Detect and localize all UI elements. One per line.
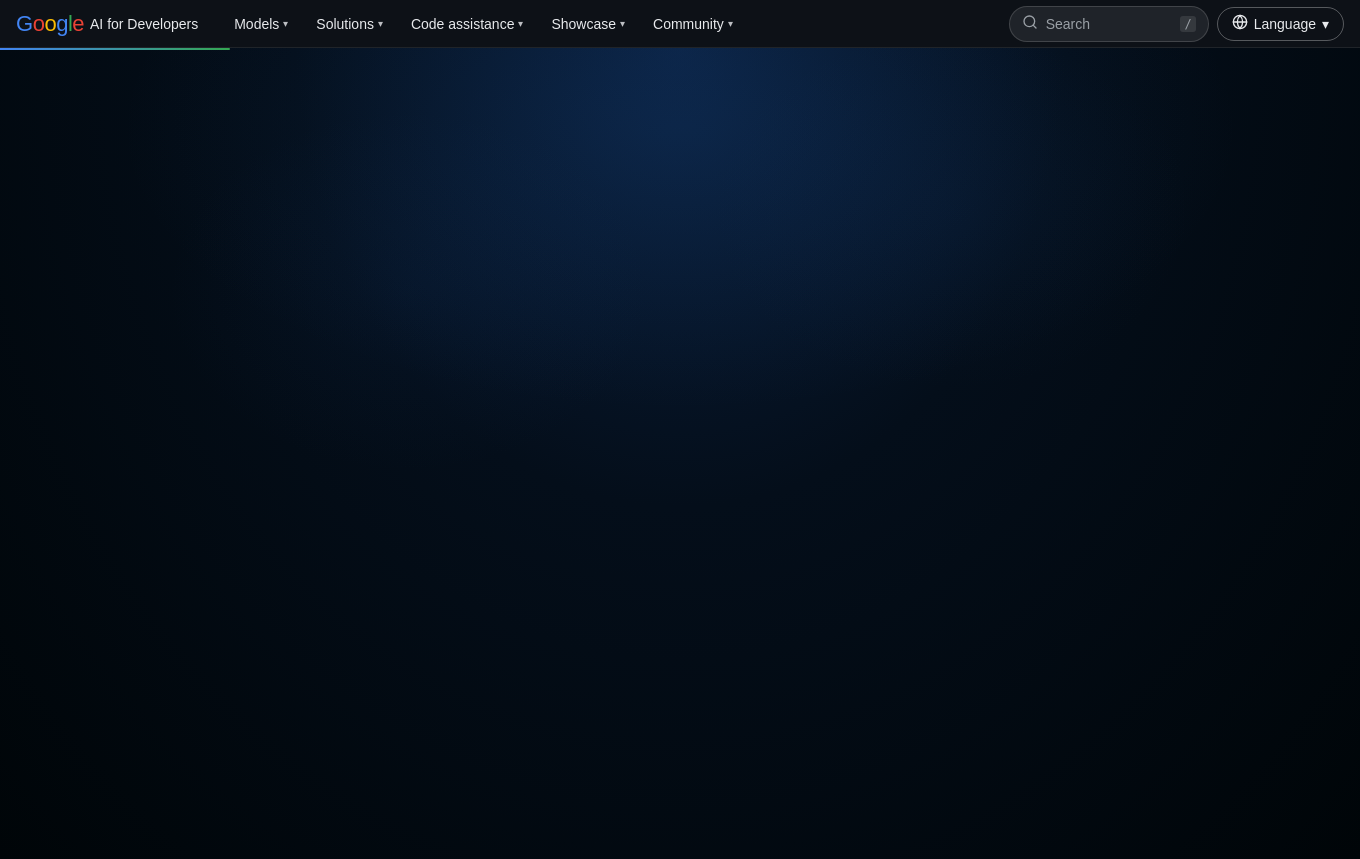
- logo-letter-o1: o: [33, 11, 45, 36]
- nav-item-community[interactable]: Community ▾: [641, 10, 745, 38]
- main-content: [0, 48, 1360, 859]
- logo-letter-g: G: [16, 11, 33, 36]
- language-chevron-icon: ▾: [1322, 16, 1329, 32]
- loading-bar: [0, 48, 230, 50]
- chevron-down-icon: ▾: [283, 18, 288, 29]
- chevron-down-icon: ▾: [728, 18, 733, 29]
- nav-links: Models ▾ Solutions ▾ Code assistance ▾ S…: [222, 10, 1009, 38]
- google-logo: Google: [16, 12, 84, 36]
- language-label: Language: [1254, 16, 1316, 32]
- logo-letter-g2: g: [56, 11, 68, 36]
- chevron-down-icon: ▾: [620, 18, 625, 29]
- nav-item-code-assistance[interactable]: Code assistance ▾: [399, 10, 536, 38]
- search-shortcut: /: [1180, 16, 1195, 32]
- nav-item-models[interactable]: Models ▾: [222, 10, 300, 38]
- chevron-down-icon: ▾: [378, 18, 383, 29]
- logo-letter-e: e: [72, 11, 84, 36]
- site-name: AI for Developers: [90, 16, 198, 32]
- globe-icon: [1232, 14, 1248, 34]
- navbar: Google AI for Developers Models ▾ Soluti…: [0, 0, 1360, 48]
- chevron-down-icon: ▾: [518, 18, 523, 29]
- search-placeholder: Search: [1046, 16, 1173, 32]
- nav-right: Search / Language ▾: [1009, 6, 1344, 42]
- nav-item-showcase[interactable]: Showcase ▾: [539, 10, 637, 38]
- search-icon: [1022, 14, 1038, 34]
- logo-letter-o2: o: [44, 11, 56, 36]
- nav-item-solutions[interactable]: Solutions ▾: [304, 10, 395, 38]
- language-button[interactable]: Language ▾: [1217, 7, 1344, 41]
- search-bar[interactable]: Search /: [1009, 6, 1209, 42]
- svg-line-1: [1033, 25, 1036, 28]
- site-logo[interactable]: Google AI for Developers: [16, 12, 198, 36]
